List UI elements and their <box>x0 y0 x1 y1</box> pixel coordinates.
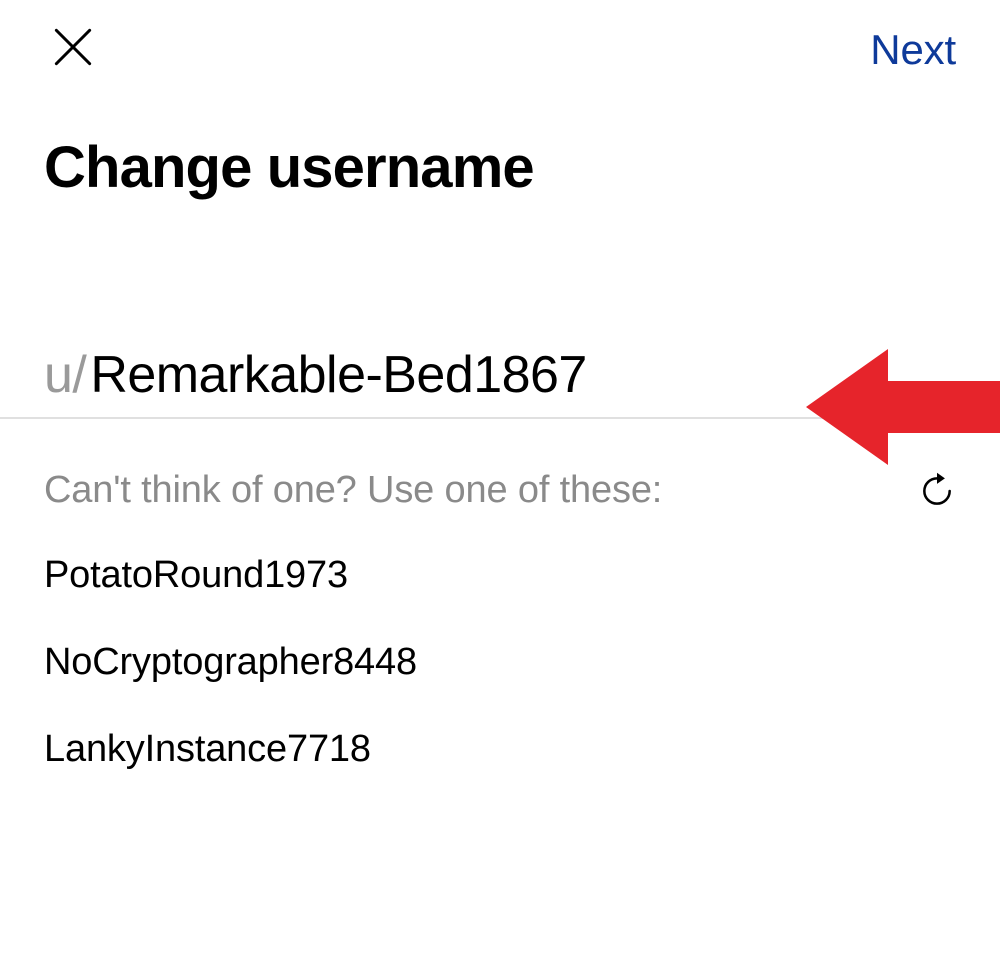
suggestion-item[interactable]: PotatoRound1973 <box>44 554 956 597</box>
username-field[interactable]: u/ <box>0 345 1000 419</box>
suggestions-label: Can't think of one? Use one of these: <box>44 469 662 512</box>
suggestions-section: Can't think of one? Use one of these: Po… <box>0 469 1000 771</box>
suggestion-item[interactable]: NoCryptographer8448 <box>44 641 956 684</box>
username-input[interactable] <box>90 345 956 405</box>
refresh-icon <box>918 472 956 510</box>
page-title: Change username <box>0 74 1000 201</box>
suggestions-header: Can't think of one? Use one of these: <box>44 469 956 512</box>
refresh-button[interactable] <box>918 472 956 510</box>
header: Next <box>0 0 1000 74</box>
username-prefix: u/ <box>44 345 86 405</box>
next-button[interactable]: Next <box>870 26 956 74</box>
close-button[interactable] <box>48 22 98 72</box>
close-icon <box>48 22 98 72</box>
suggestion-item[interactable]: LankyInstance7718 <box>44 728 956 771</box>
